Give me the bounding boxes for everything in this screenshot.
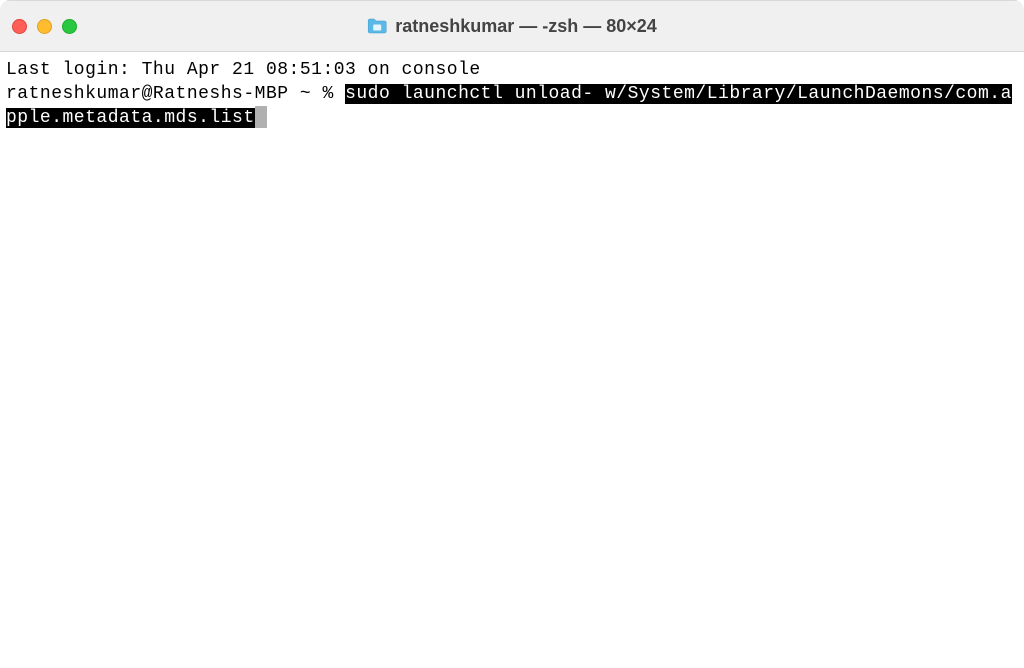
last-login-line: Last login: Thu Apr 21 08:51:03 on conso… (6, 58, 1018, 82)
prompt-line: ratneshkumar@Ratneshs-MBP ~ % sudo launc… (6, 82, 1018, 130)
folder-icon (367, 18, 387, 34)
terminal-window: ratneshkumar — -zsh — 80×24 Last login: … (0, 0, 1024, 668)
terminal-cursor (255, 106, 267, 128)
shell-prompt: ratneshkumar@Ratneshs-MBP ~ % (6, 84, 345, 104)
title-center: ratneshkumar — -zsh — 80×24 (367, 16, 657, 37)
close-button[interactable] (12, 19, 27, 34)
titlebar: ratneshkumar — -zsh — 80×24 (0, 0, 1024, 52)
maximize-button[interactable] (62, 19, 77, 34)
window-title: ratneshkumar — -zsh — 80×24 (395, 16, 657, 37)
minimize-button[interactable] (37, 19, 52, 34)
terminal-content[interactable]: Last login: Thu Apr 21 08:51:03 on conso… (0, 52, 1024, 668)
window-controls (12, 19, 77, 34)
